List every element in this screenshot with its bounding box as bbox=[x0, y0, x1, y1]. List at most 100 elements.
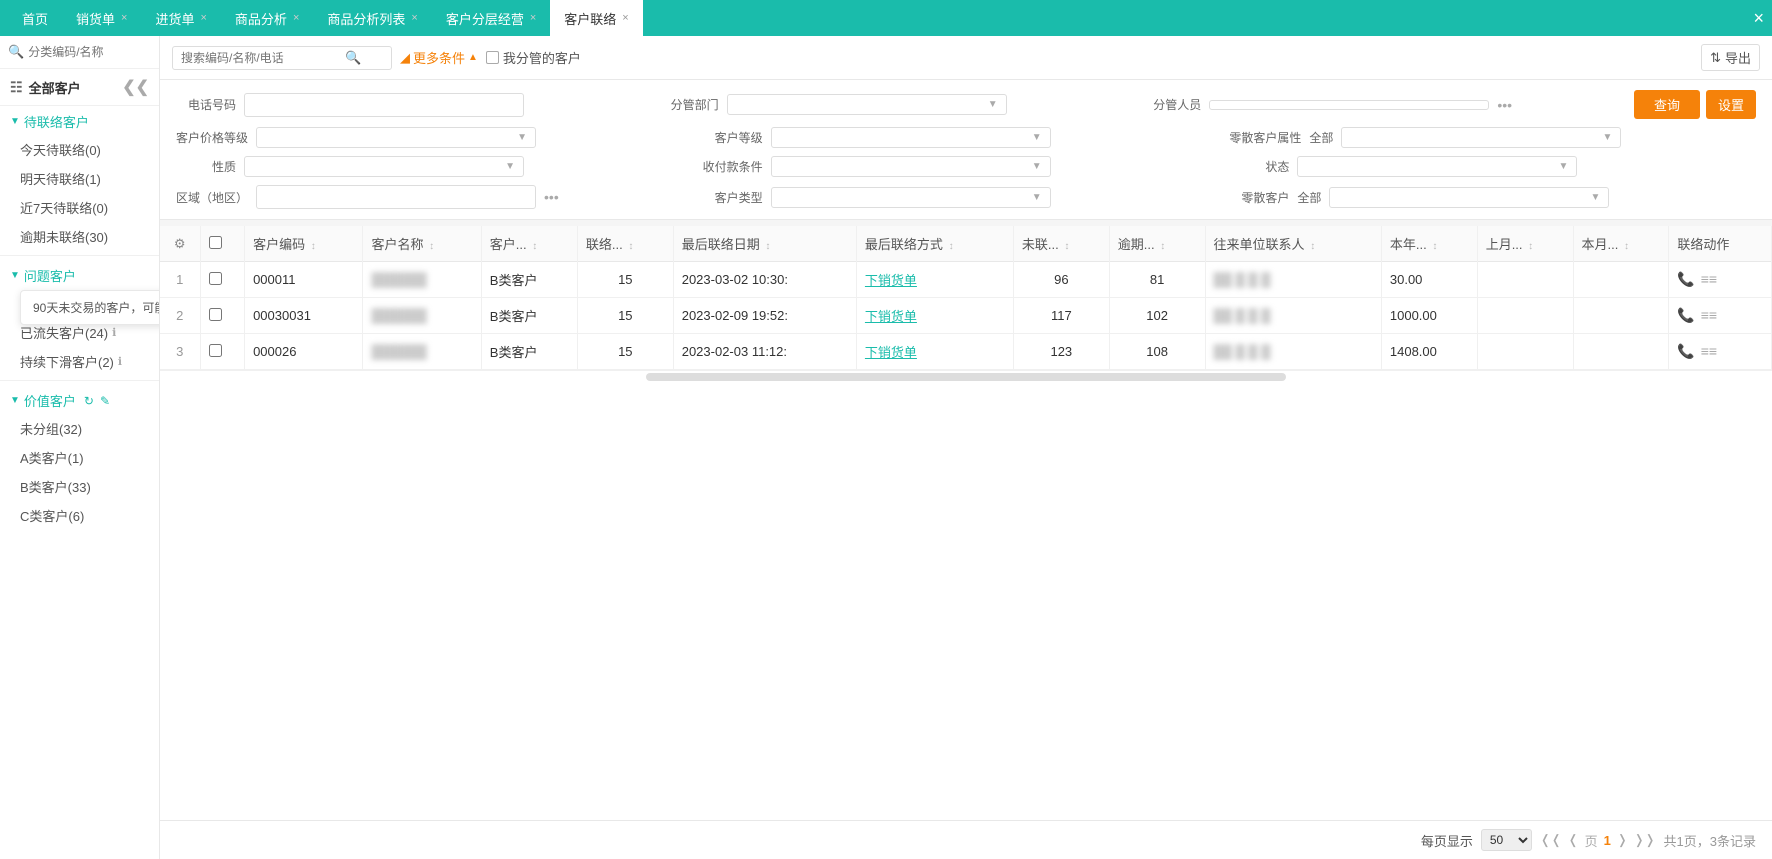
select-all-checkbox[interactable] bbox=[209, 236, 222, 249]
col-last-contact-date[interactable]: 最后联络日期 ↕ bbox=[673, 226, 856, 262]
first-page-button[interactable]: ❬❬ bbox=[1540, 832, 1562, 848]
filter-label-status: 状态 bbox=[1229, 158, 1289, 175]
sidebar-item-today[interactable]: 今天待联络(0) bbox=[0, 135, 159, 164]
sidebar-item-7days[interactable]: 近7天待联络(0) bbox=[0, 193, 159, 222]
row-unlinked-days: 117 bbox=[1013, 298, 1109, 334]
col-settings[interactable]: ⚙ bbox=[160, 226, 200, 262]
nav-sales-close[interactable]: × bbox=[121, 12, 127, 24]
nav-purchase-close[interactable]: × bbox=[200, 12, 206, 24]
col-type[interactable]: 客户... ↕ bbox=[481, 226, 577, 262]
col-last-month[interactable]: 上月... ↕ bbox=[1477, 226, 1573, 262]
row-checkbox[interactable] bbox=[209, 344, 222, 357]
nav-analysis[interactable]: 商品分析 × bbox=[221, 0, 313, 36]
contact-method-link[interactable]: 下销货单 bbox=[865, 309, 917, 324]
filter-select-customer-type[interactable]: ▼ bbox=[771, 187, 1051, 208]
my-customers-checkbox[interactable]: 我分管的客户 bbox=[486, 48, 581, 67]
action-contact-icon[interactable]: 📞 bbox=[1677, 343, 1694, 360]
sidebar-item-class-b[interactable]: B类客户(33) bbox=[0, 472, 159, 501]
col-code[interactable]: 客户编码 ↕ bbox=[245, 226, 363, 262]
sidebar-item-class-a[interactable]: A类客户(1) bbox=[0, 443, 159, 472]
refresh-icon[interactable]: ↻ bbox=[84, 394, 94, 408]
filter-select-customer-level[interactable]: ▼ bbox=[771, 127, 1051, 148]
contact-method-link[interactable]: 下销货单 bbox=[865, 345, 917, 360]
page-size-select[interactable]: 50 20 100 bbox=[1481, 829, 1532, 851]
row-contacts: 15 bbox=[577, 298, 673, 334]
sidebar-section-value[interactable]: ▼ 价值客户 ↻ ✎ bbox=[0, 385, 159, 414]
nature-chevron-icon: ▼ bbox=[505, 161, 515, 172]
sidebar-search-input[interactable] bbox=[28, 45, 160, 59]
region-more-icon[interactable]: ••• bbox=[544, 189, 559, 205]
sidebar-item-ungrouped[interactable]: 未分组(32) bbox=[0, 414, 159, 443]
row-checkbox[interactable] bbox=[209, 308, 222, 321]
col-this-year[interactable]: 本年... ↕ bbox=[1381, 226, 1477, 262]
filter-label-person: 分管人员 bbox=[1141, 96, 1201, 113]
sort-last-month-icon: ↕ bbox=[1528, 241, 1533, 252]
filter-input-phone[interactable] bbox=[244, 93, 524, 117]
sidebar-section-problem[interactable]: ▼ 问题客户 90天未交易的客户，可能有流失风险。 bbox=[0, 260, 159, 289]
more-conditions-button[interactable]: ◢ 更多条件 ▲ bbox=[400, 48, 478, 67]
settings-button[interactable]: 设置 bbox=[1706, 90, 1756, 119]
col-contact-person[interactable]: 往来单位联系人 ↕ bbox=[1205, 226, 1381, 262]
sidebar-item-tomorrow[interactable]: 明天待联络(1) bbox=[0, 164, 159, 193]
sidebar-item-declining[interactable]: 持续下滑客户(2) ℹ bbox=[0, 347, 159, 376]
horizontal-scrollbar[interactable] bbox=[160, 370, 1772, 382]
col-this-month[interactable]: 本月... ↕ bbox=[1573, 226, 1669, 262]
search-submit-icon[interactable]: 🔍 bbox=[345, 50, 361, 66]
row-actions: 📞 ≡≡ bbox=[1669, 298, 1772, 334]
row-checkbox[interactable] bbox=[209, 272, 222, 285]
nav-analysis-list-close[interactable]: × bbox=[411, 12, 417, 24]
col-unlinked-days[interactable]: 未联... ↕ bbox=[1013, 226, 1109, 262]
sidebar-item-churned[interactable]: 已流失客户(24) ℹ bbox=[0, 318, 159, 347]
search-input[interactable] bbox=[181, 51, 341, 65]
filter-cell-retail-customer: 零散客户 全部 ▼ bbox=[1229, 187, 1756, 208]
sort-date-icon: ↕ bbox=[765, 241, 770, 252]
filter-input-region[interactable] bbox=[256, 185, 536, 209]
action-contact-icon[interactable]: 📞 bbox=[1677, 271, 1694, 288]
action-contact-icon[interactable]: 📞 bbox=[1677, 307, 1694, 324]
sidebar-collapse-icon[interactable]: ❮❮ bbox=[122, 77, 149, 97]
action-more-icon[interactable]: ≡≡ bbox=[1701, 307, 1717, 324]
last-page-button[interactable]: ❭❭ bbox=[1634, 832, 1656, 848]
action-more-icon[interactable]: ≡≡ bbox=[1701, 343, 1717, 360]
filter-select-retail-customer[interactable]: ▼ bbox=[1329, 187, 1609, 208]
col-contacts[interactable]: 联络... ↕ bbox=[577, 226, 673, 262]
query-button[interactable]: 查询 bbox=[1634, 90, 1700, 119]
row-last-contact-method: 下销货单 bbox=[856, 334, 1013, 370]
row-contacts: 15 bbox=[577, 262, 673, 298]
next-page-button[interactable]: ❭ bbox=[1617, 832, 1628, 848]
nav-customer-tier-close[interactable]: × bbox=[530, 12, 536, 24]
edit-icon[interactable]: ✎ bbox=[100, 394, 110, 408]
nav-analysis-list[interactable]: 商品分析列表 × bbox=[313, 0, 431, 36]
sort-overdue-icon: ↕ bbox=[1160, 241, 1165, 252]
col-overdue-days[interactable]: 逾期... ↕ bbox=[1109, 226, 1205, 262]
filter-select-person[interactable] bbox=[1209, 100, 1489, 110]
filter-select-price-level[interactable]: ▼ bbox=[256, 127, 536, 148]
nav-customer-tier[interactable]: 客户分层经营 × bbox=[432, 0, 550, 36]
sidebar-item-overdue[interactable]: 逾期未联络(30) bbox=[0, 222, 159, 251]
action-more-icon[interactable]: ≡≡ bbox=[1701, 271, 1717, 288]
close-all-button[interactable]: × bbox=[1753, 8, 1764, 29]
export-button[interactable]: ⇅ 导出 bbox=[1701, 44, 1760, 71]
sidebar-item-class-c[interactable]: C类客户(6) bbox=[0, 501, 159, 530]
nav-purchase[interactable]: 进货单 × bbox=[141, 0, 220, 36]
status-chevron-icon: ▼ bbox=[1558, 161, 1568, 172]
table-row: 1 000011 ██████ B类客户 15 2023-03-02 10:30… bbox=[160, 262, 1772, 298]
contact-method-link[interactable]: 下销货单 bbox=[865, 273, 917, 288]
nav-customer-contact-close[interactable]: × bbox=[622, 12, 628, 24]
sidebar-section-pending[interactable]: ▼ 待联络客户 bbox=[0, 106, 159, 135]
nav-analysis-close[interactable]: × bbox=[293, 12, 299, 24]
nav-sales[interactable]: 销货单 × bbox=[62, 0, 141, 36]
filter-select-payment[interactable]: ▼ bbox=[771, 156, 1051, 177]
nav-home[interactable]: 首页 bbox=[8, 0, 62, 36]
sidebar-item-churn-warning[interactable]: 流失预警客户(3) ℹ bbox=[0, 289, 159, 318]
scroll-thumb[interactable] bbox=[646, 373, 1286, 381]
filter-select-dept[interactable]: ▼ bbox=[727, 94, 1007, 115]
nav-customer-contact[interactable]: 客户联络 × bbox=[550, 0, 642, 36]
filter-select-retail-attr[interactable]: ▼ bbox=[1341, 127, 1621, 148]
filter-select-nature[interactable]: ▼ bbox=[244, 156, 524, 177]
prev-page-button[interactable]: ❬ bbox=[1568, 832, 1579, 848]
col-last-contact-method[interactable]: 最后联络方式 ↕ bbox=[856, 226, 1013, 262]
person-more-icon[interactable]: ••• bbox=[1497, 97, 1512, 113]
filter-select-status[interactable]: ▼ bbox=[1297, 156, 1577, 177]
col-name[interactable]: 客户名称 ↕ bbox=[363, 226, 481, 262]
